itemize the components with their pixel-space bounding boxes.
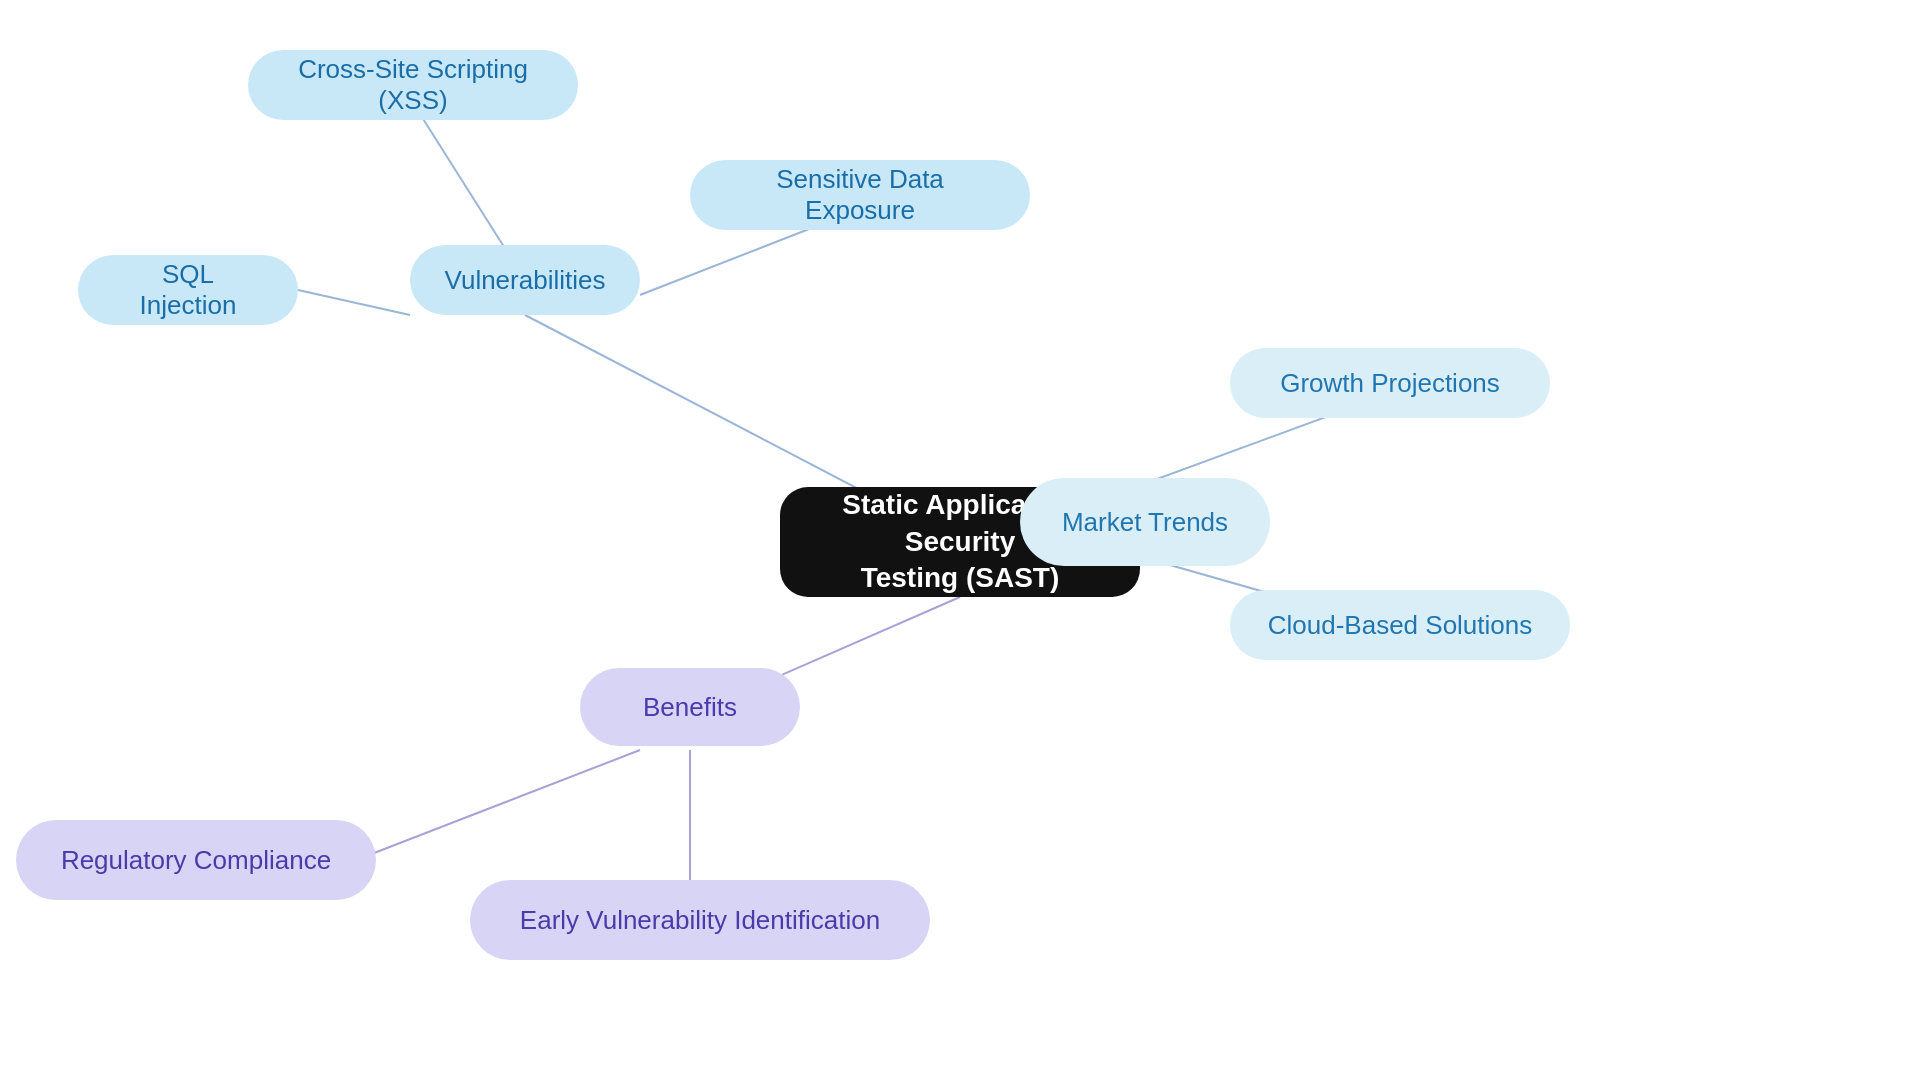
benefits-node: Benefits xyxy=(580,668,800,746)
early-label: Early Vulnerability Identification xyxy=(520,905,880,936)
growth-node: Growth Projections xyxy=(1230,348,1550,418)
xss-node: Cross-Site Scripting (XSS) xyxy=(248,50,578,120)
sql-node: SQL Injection xyxy=(78,255,298,325)
benefits-label: Benefits xyxy=(643,692,737,723)
cloud-node: Cloud-Based Solutions xyxy=(1230,590,1570,660)
vulnerabilities-node: Vulnerabilities xyxy=(410,245,640,315)
growth-label: Growth Projections xyxy=(1280,368,1500,399)
vulnerabilities-label: Vulnerabilities xyxy=(445,265,606,296)
xss-label: Cross-Site Scripting (XSS) xyxy=(284,54,542,116)
svg-line-2 xyxy=(298,290,410,315)
svg-line-8 xyxy=(356,750,640,860)
early-node: Early Vulnerability Identification xyxy=(470,880,930,960)
market-label: Market Trends xyxy=(1062,507,1228,538)
cloud-label: Cloud-Based Solutions xyxy=(1268,610,1533,641)
regulatory-label: Regulatory Compliance xyxy=(61,845,331,876)
sensitive-label: Sensitive Data Exposure xyxy=(726,164,994,226)
sql-label: SQL Injection xyxy=(114,259,262,321)
sensitive-node: Sensitive Data Exposure xyxy=(690,160,1030,230)
regulatory-node: Regulatory Compliance xyxy=(16,820,376,900)
market-node: Market Trends xyxy=(1020,478,1270,566)
